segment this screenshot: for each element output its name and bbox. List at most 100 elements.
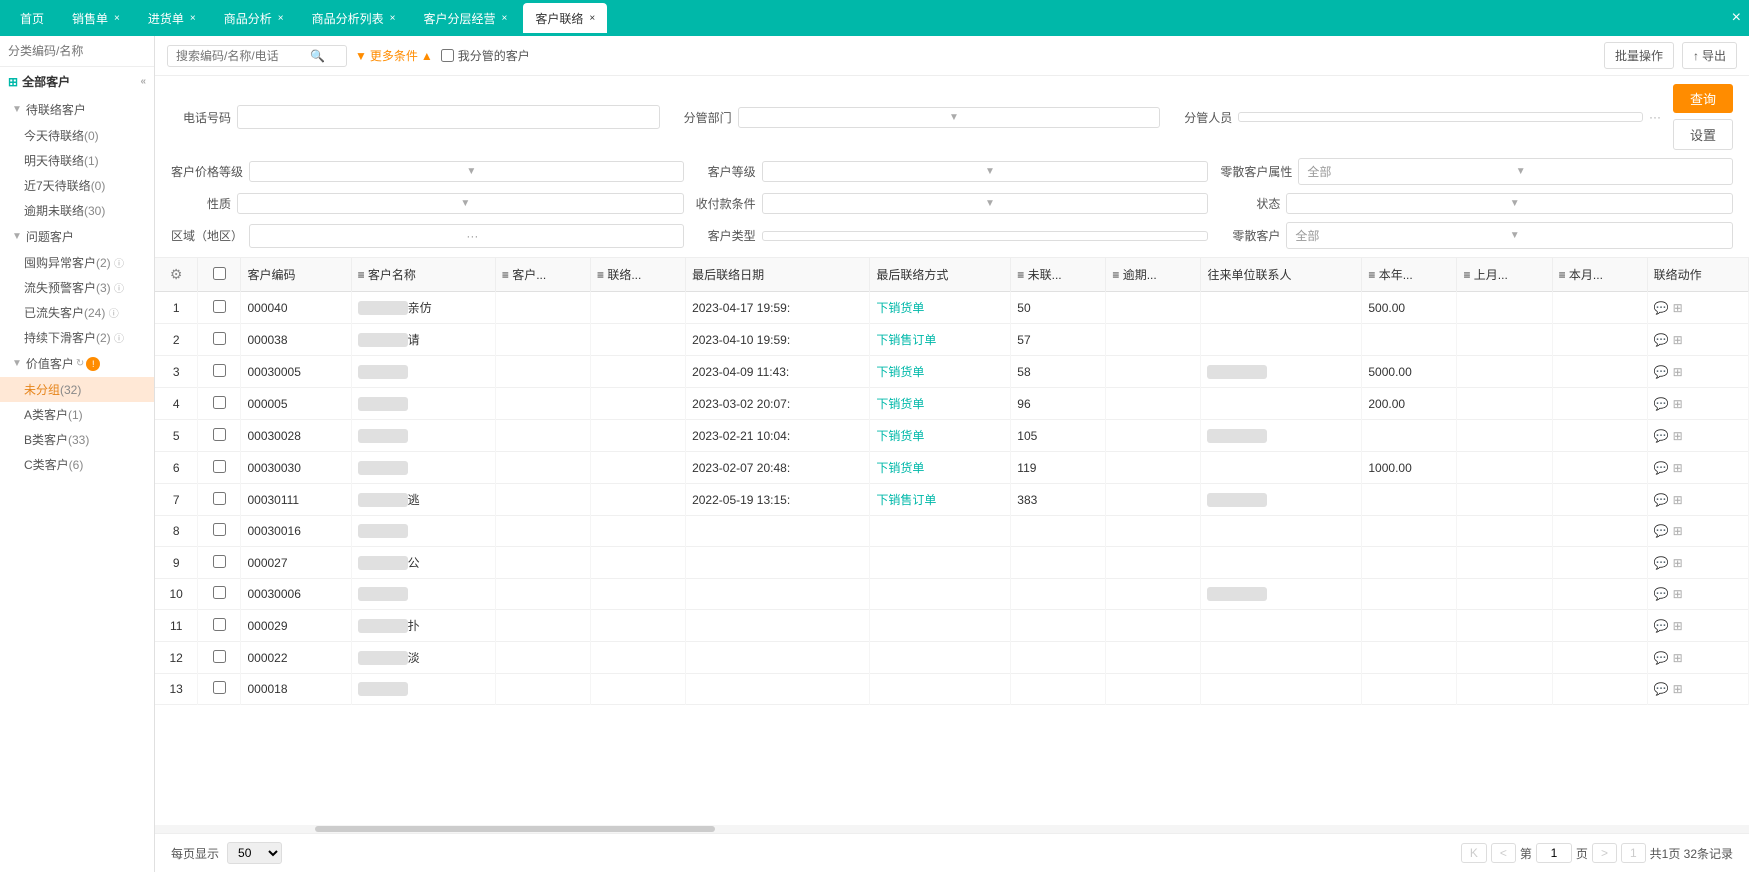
sidebar-item-today[interactable]: 今天待联络(0) bbox=[0, 123, 154, 148]
tab-home[interactable]: 首页 bbox=[8, 3, 56, 33]
batch-operation-button[interactable]: 批量操作 bbox=[1604, 42, 1674, 69]
row-checkbox[interactable] bbox=[213, 396, 226, 409]
message-icon[interactable]: 💬 bbox=[1654, 493, 1669, 507]
tab-sales-close-icon[interactable]: × bbox=[114, 13, 120, 24]
sidebar-item-tomorrow[interactable]: 明天待联络(1) bbox=[0, 148, 154, 173]
tab-customer-segment[interactable]: 客户分层经营 × bbox=[411, 3, 519, 33]
grid-action-icon[interactable]: ⊞ bbox=[1673, 493, 1683, 507]
row-checkbox[interactable] bbox=[213, 586, 226, 599]
sidebar-item-7days[interactable]: 近7天待联络(0) bbox=[0, 173, 154, 198]
row-checkbox[interactable] bbox=[213, 492, 226, 505]
close-all-tabs-button[interactable]: × bbox=[1732, 9, 1741, 27]
field-price-level-select[interactable]: ▼ bbox=[249, 161, 684, 182]
last-method-link[interactable]: 下销售订单 bbox=[876, 333, 936, 347]
next-page-button[interactable]: > bbox=[1592, 843, 1617, 863]
message-icon[interactable]: 💬 bbox=[1654, 587, 1669, 601]
reset-button[interactable]: 设置 bbox=[1673, 119, 1733, 150]
tab-customer-contact-close-icon[interactable]: × bbox=[589, 13, 595, 24]
grid-action-icon[interactable]: ⊞ bbox=[1673, 429, 1683, 443]
filter-search-input[interactable] bbox=[176, 49, 306, 63]
message-icon[interactable]: 💬 bbox=[1654, 619, 1669, 633]
grid-action-icon[interactable]: ⊞ bbox=[1673, 556, 1683, 570]
refresh-icon[interactable]: ↻ bbox=[76, 358, 84, 369]
prev-page-button[interactable]: < bbox=[1491, 843, 1516, 863]
grid-action-icon[interactable]: ⊞ bbox=[1673, 461, 1683, 475]
row-checkbox[interactable] bbox=[213, 332, 226, 345]
grid-action-icon[interactable]: ⊞ bbox=[1673, 619, 1683, 633]
more-dots-icon[interactable]: ··· bbox=[466, 229, 674, 243]
message-icon[interactable]: 💬 bbox=[1654, 365, 1669, 379]
sidebar-item-declining[interactable]: 持续下滑客户(2) ⓘ bbox=[0, 325, 154, 350]
tab-purchase-close-icon[interactable]: × bbox=[190, 13, 196, 24]
sidebar-group-problem[interactable]: ▼ 问题客户 bbox=[0, 223, 154, 250]
grid-action-icon[interactable]: ⊞ bbox=[1673, 397, 1683, 411]
grid-action-icon[interactable]: ⊞ bbox=[1673, 333, 1683, 347]
query-button[interactable]: 查询 bbox=[1673, 84, 1733, 113]
grid-action-icon[interactable]: ⊞ bbox=[1673, 524, 1683, 538]
message-icon[interactable]: 💬 bbox=[1654, 301, 1669, 315]
field-dept-select[interactable]: ▼ bbox=[738, 107, 1161, 128]
tab-goods-list-close-icon[interactable]: × bbox=[390, 13, 396, 24]
grid-action-icon[interactable]: ⊞ bbox=[1673, 301, 1683, 315]
row-checkbox[interactable] bbox=[213, 460, 226, 473]
settings-gear-icon[interactable]: ⚙ bbox=[170, 266, 183, 282]
grid-action-icon[interactable]: ⊞ bbox=[1673, 651, 1683, 665]
row-checkbox[interactable] bbox=[213, 364, 226, 377]
tab-customer-segment-close-icon[interactable]: × bbox=[501, 13, 507, 24]
field-status-select[interactable]: ▼ bbox=[1286, 193, 1733, 214]
more-conditions-button[interactable]: ▼ 更多条件 ▲ bbox=[355, 47, 433, 64]
row-checkbox[interactable] bbox=[213, 618, 226, 631]
sidebar-item-churn-warning[interactable]: 流失预警客户(3) ⓘ bbox=[0, 275, 154, 300]
sidebar-search-input[interactable] bbox=[8, 44, 155, 58]
last-method-link[interactable]: 下销售订单 bbox=[876, 493, 936, 507]
message-icon[interactable]: 💬 bbox=[1654, 651, 1669, 665]
th-settings[interactable]: ⚙ bbox=[155, 258, 198, 292]
last-method-link[interactable]: 下销货单 bbox=[876, 301, 924, 315]
field-scatter-attr-select[interactable]: 全部 ▼ bbox=[1298, 158, 1733, 185]
row-checkbox[interactable] bbox=[213, 300, 226, 313]
page-number-input[interactable] bbox=[1536, 843, 1572, 863]
tab-goods-analysis-close-icon[interactable]: × bbox=[278, 13, 284, 24]
sidebar-item-abnormal[interactable]: 囤购异常客户(2) ⓘ bbox=[0, 250, 154, 275]
message-icon[interactable]: 💬 bbox=[1654, 524, 1669, 538]
horizontal-scrollbar[interactable] bbox=[155, 825, 1749, 833]
sidebar-item-overdue[interactable]: 逾期未联络(30) bbox=[0, 198, 154, 223]
grid-action-icon[interactable]: ⊞ bbox=[1673, 365, 1683, 379]
last-page-button[interactable]: 1 bbox=[1621, 843, 1646, 863]
row-checkbox[interactable] bbox=[213, 523, 226, 536]
grid-action-icon[interactable]: ⊞ bbox=[1673, 682, 1683, 696]
field-payment-select[interactable]: ▼ bbox=[762, 193, 1209, 214]
sidebar-group-pending-contact[interactable]: ▼ 待联络客户 bbox=[0, 96, 154, 123]
row-checkbox[interactable] bbox=[213, 681, 226, 694]
field-nature-select[interactable]: ▼ bbox=[237, 193, 684, 214]
field-customer-type-select[interactable] bbox=[762, 231, 1209, 241]
last-method-link[interactable]: 下销货单 bbox=[876, 397, 924, 411]
field-manager-select[interactable] bbox=[1238, 112, 1643, 122]
message-icon[interactable]: 💬 bbox=[1654, 397, 1669, 411]
collapse-icon[interactable]: « bbox=[140, 76, 146, 87]
sidebar-item-class-b[interactable]: B类客户(33) bbox=[0, 427, 154, 452]
sidebar-item-ungroup[interactable]: 未分组(32) bbox=[0, 377, 154, 402]
tab-customer-contact[interactable]: 客户联络 × bbox=[523, 3, 607, 33]
filter-search-icon[interactable]: 🔍 bbox=[310, 49, 325, 63]
more-options-icon[interactable]: ··· bbox=[1649, 110, 1661, 124]
field-customer-level-select[interactable]: ▼ bbox=[762, 161, 1209, 182]
message-icon[interactable]: 💬 bbox=[1654, 461, 1669, 475]
sidebar-group-value[interactable]: ▼ 价值客户 ↻ ! bbox=[0, 350, 154, 377]
export-button[interactable]: ↑ 导出 bbox=[1682, 42, 1737, 69]
last-method-link[interactable]: 下销货单 bbox=[876, 429, 924, 443]
message-icon[interactable]: 💬 bbox=[1654, 429, 1669, 443]
scrollbar-thumb[interactable] bbox=[315, 826, 715, 832]
tab-goods-list[interactable]: 商品分析列表 × bbox=[300, 3, 408, 33]
all-customers-header[interactable]: ⊞ 全部客户 « bbox=[0, 67, 154, 96]
tab-purchase[interactable]: 进货单 × bbox=[136, 3, 208, 33]
last-method-link[interactable]: 下销货单 bbox=[876, 461, 924, 475]
page-size-select[interactable]: 50 100 200 bbox=[227, 842, 282, 864]
select-all-checkbox[interactable] bbox=[213, 267, 226, 280]
message-icon[interactable]: 💬 bbox=[1654, 682, 1669, 696]
sidebar-item-churned[interactable]: 已流失客户(24) ⓘ bbox=[0, 300, 154, 325]
my-customers-checkbox[interactable] bbox=[441, 49, 454, 62]
field-scatter-customer-select[interactable]: 全部 ▼ bbox=[1286, 222, 1733, 249]
tab-goods-analysis[interactable]: 商品分析 × bbox=[212, 3, 296, 33]
grid-action-icon[interactable]: ⊞ bbox=[1673, 587, 1683, 601]
